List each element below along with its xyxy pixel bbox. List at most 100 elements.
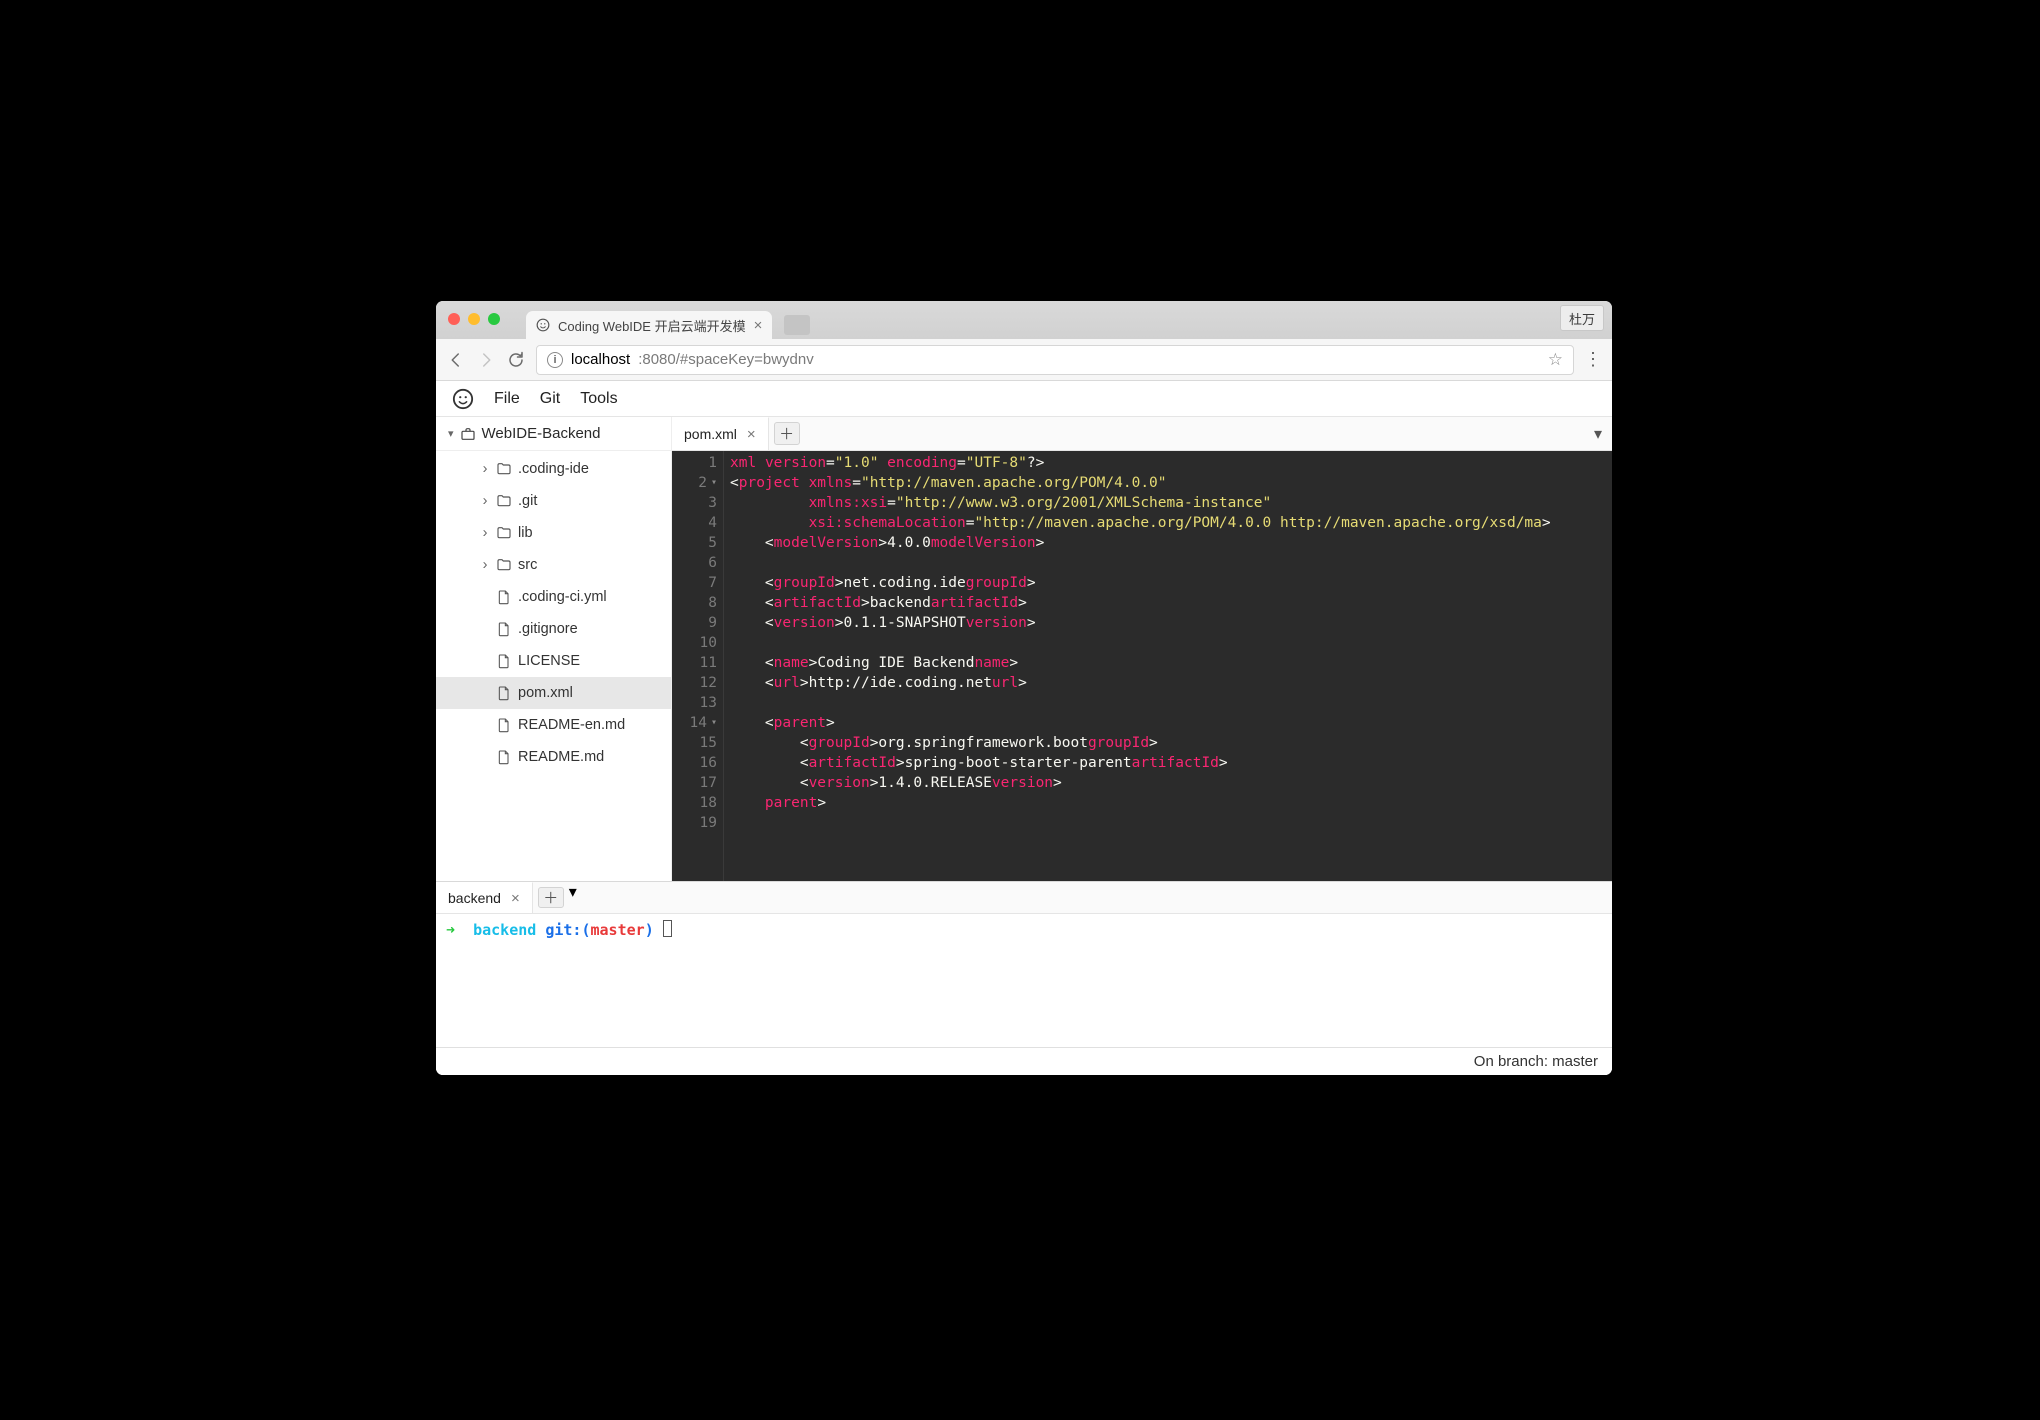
new-editor-tab-button[interactable]: ＋	[774, 422, 800, 445]
tree-folder[interactable]: › .coding-ide	[436, 453, 671, 485]
tree-file[interactable]: .coding-ci.yml	[436, 581, 671, 613]
code-editor[interactable]: 12▾34567891011121314▾1516171819 xml vers…	[672, 451, 1612, 881]
chevron-right-icon: ›	[480, 461, 490, 477]
menu-tools[interactable]: Tools	[580, 390, 617, 408]
tree-folder[interactable]: ›src	[436, 549, 671, 581]
browser-toolbar: i localhost:8080/#spaceKey=bwydnv ☆ ⋮	[436, 339, 1612, 381]
code-line: <artifactId>backendartifactId>	[730, 593, 1612, 613]
project-name: WebIDE-Backend	[482, 425, 601, 442]
maximize-window-button[interactable]	[488, 313, 500, 325]
ide-main-split: ▾ WebIDE-Backend › .coding-ide › .git › lib ›s…	[436, 417, 1612, 881]
prompt-open-paren: (	[581, 921, 590, 939]
menu-file[interactable]: File	[494, 390, 520, 408]
code-line	[730, 693, 1612, 713]
code-line: <name>Coding IDE Backendname>	[730, 653, 1612, 673]
terminal-tab-label: backend	[448, 890, 501, 906]
prompt-cwd: backend	[473, 921, 536, 939]
browser-tab-title: Coding WebIDE 开启云端开发模	[558, 316, 746, 335]
file-icon	[496, 685, 512, 701]
chevron-down-icon: ▾	[448, 427, 454, 440]
code-line: <groupId>net.coding.idegroupId>	[730, 573, 1612, 593]
terminal-body[interactable]: ➜ backend git:(master)	[436, 914, 1612, 1047]
editor-tab-label: pom.xml	[684, 426, 737, 442]
editor-tab-overflow-icon[interactable]: ▾	[1584, 417, 1612, 450]
code-line	[730, 553, 1612, 573]
terminal-tab[interactable]: backend ×	[436, 882, 533, 913]
coding-logo-icon	[452, 388, 474, 410]
tree-folder[interactable]: › .git	[436, 485, 671, 517]
terminal-tab-overflow-icon[interactable]: ▾	[569, 882, 577, 913]
address-bar[interactable]: i localhost:8080/#spaceKey=bwydnv ☆	[536, 345, 1574, 375]
tree-item-label: .git	[518, 493, 537, 509]
file-icon	[496, 621, 512, 637]
tree-item-label: .coding-ide	[518, 461, 589, 477]
tree-file[interactable]: LICENSE	[436, 645, 671, 677]
browser-tabstrip: Coding WebIDE 开启云端开发模 × 杜万	[436, 301, 1612, 339]
code-line: <groupId>org.springframework.bootgroupId…	[730, 733, 1612, 753]
chrome-user-badge[interactable]: 杜万	[1560, 305, 1604, 331]
file-icon	[496, 653, 512, 669]
close-window-button[interactable]	[448, 313, 460, 325]
folder-icon	[496, 493, 512, 509]
tree-item-label: pom.xml	[518, 685, 573, 701]
chevron-right-icon: ›	[480, 525, 490, 541]
tree-item-label: README.md	[518, 749, 604, 765]
editor-pane: pom.xml × ＋ ▾ 12▾34567891011121314▾15161…	[672, 417, 1612, 881]
prompt-close-paren: )	[645, 921, 654, 939]
code-line: <project xmlns="http://maven.apache.org/…	[730, 473, 1612, 493]
prompt-arrow: ➜	[446, 921, 455, 939]
tree-file[interactable]: .gitignore	[436, 613, 671, 645]
code-line: parent>	[730, 793, 1612, 813]
tree-item-label: .coding-ci.yml	[518, 589, 607, 605]
code-line	[730, 633, 1612, 653]
tree-file[interactable]: README-en.md	[436, 709, 671, 741]
code-line	[730, 813, 1612, 833]
chevron-right-icon: ›	[480, 493, 490, 509]
editor-tab[interactable]: pom.xml ×	[672, 417, 769, 450]
code-line: xmlns:xsi="http://www.w3.org/2001/XMLSch…	[730, 493, 1612, 513]
reload-button[interactable]	[506, 350, 526, 370]
editor-tabbar: pom.xml × ＋ ▾	[672, 417, 1612, 451]
back-button[interactable]	[446, 350, 466, 370]
tree-item-label: lib	[518, 525, 533, 541]
minimize-window-button[interactable]	[468, 313, 480, 325]
close-terminal-tab-icon[interactable]: ×	[511, 890, 520, 907]
browser-tab[interactable]: Coding WebIDE 开启云端开发模 ×	[526, 311, 772, 339]
code-line: <parent>	[730, 713, 1612, 733]
tree-item-label: LICENSE	[518, 653, 580, 669]
close-tab-icon[interactable]: ×	[754, 318, 763, 333]
status-bar: On branch: master	[436, 1047, 1612, 1075]
code-line: xsi:schemaLocation="http://maven.apache.…	[730, 513, 1612, 533]
tree-file[interactable]: pom.xml	[436, 677, 671, 709]
menu-git[interactable]: Git	[540, 390, 560, 408]
forward-button[interactable]	[476, 350, 496, 370]
tree-item-label: src	[518, 557, 537, 573]
browser-menu-icon[interactable]: ⋮	[1584, 349, 1602, 370]
new-terminal-tab-button[interactable]: ＋	[538, 887, 564, 908]
code-line: <modelVersion>4.0.0modelVersion>	[730, 533, 1612, 553]
tree-file[interactable]: README.md	[436, 741, 671, 773]
file-icon	[496, 749, 512, 765]
new-browser-tab-button[interactable]	[784, 315, 810, 335]
tab-favicon-icon	[536, 318, 550, 332]
code-line: <url>http://ide.coding.neturl>	[730, 673, 1612, 693]
code-line: xml version="1.0" encoding="UTF-8"?>	[730, 453, 1612, 473]
window-controls	[448, 313, 500, 325]
folder-icon	[496, 557, 512, 573]
bookmark-star-icon[interactable]: ☆	[1548, 350, 1563, 370]
terminal-pane: backend × ＋ ▾ ➜ backend git:(master)	[436, 881, 1612, 1047]
tree-folder[interactable]: › lib	[436, 517, 671, 549]
folder-icon	[496, 525, 512, 541]
terminal-cursor	[663, 920, 672, 937]
status-branch-text: On branch: master	[1474, 1053, 1598, 1070]
site-info-icon[interactable]: i	[547, 352, 563, 368]
file-icon	[496, 717, 512, 733]
project-root[interactable]: ▾ WebIDE-Backend	[436, 417, 671, 451]
tree-item-label: README-en.md	[518, 717, 625, 733]
prompt-branch: master	[591, 921, 645, 939]
file-tree: › .coding-ide › .git › lib ›src .coding-ci.yml.…	[436, 451, 671, 881]
ide-root: File Git Tools ▾ WebIDE-Backend › .coding…	[436, 381, 1612, 1075]
close-editor-tab-icon[interactable]: ×	[747, 426, 756, 443]
chrome-user-label: 杜万	[1569, 309, 1595, 328]
tree-item-label: .gitignore	[518, 621, 578, 637]
